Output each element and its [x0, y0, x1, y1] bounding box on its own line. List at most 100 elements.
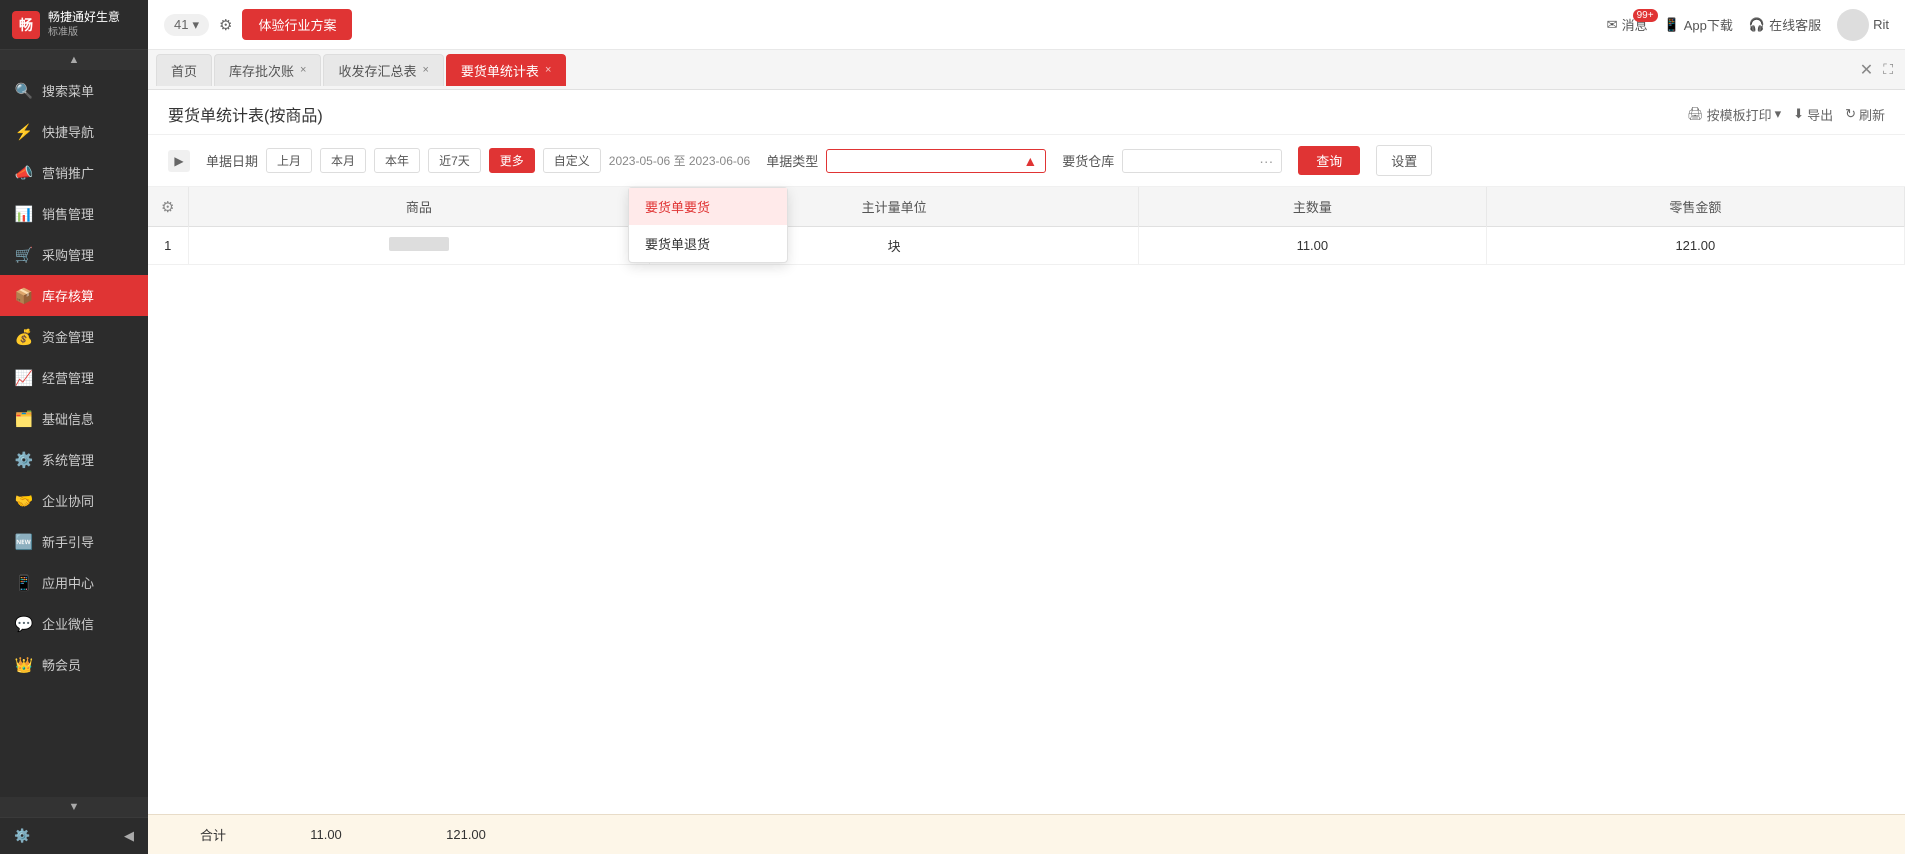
export-btn[interactable]: ⬇ 导出	[1793, 105, 1833, 124]
sidebar-item-quick[interactable]: ⚡ 快捷导航	[0, 111, 148, 152]
tab-bar: 首页 库存批次账 × 收发存汇总表 × 要货单统计表 × ✕ ⛶	[148, 50, 1905, 90]
last-month-btn[interactable]: 上月	[266, 148, 312, 173]
content-area: 要货单统计表(按商品) 🖨 按模板打印 ▾ ⬇ 导出 ↻ 刷新 ▶	[148, 90, 1905, 854]
tab-home[interactable]: 首页	[156, 54, 212, 86]
sidebar-item-label: 畅会员	[42, 655, 81, 674]
sidebar-item-label: 搜索菜单	[42, 81, 94, 100]
sidebar: 畅 畅捷通好生意 标准版 ▲ 🔍 搜索菜单 ⚡ 快捷导航 📣 营销推广 📊 销售…	[0, 0, 148, 854]
col-qty: 主数量	[1139, 187, 1487, 227]
tab-summary[interactable]: 收发存汇总表 ×	[323, 54, 443, 86]
service-icon: 🎧	[1749, 17, 1765, 33]
sidebar-item-finance[interactable]: 💰 资金管理	[0, 316, 148, 357]
purchase-icon: 🛒	[14, 246, 34, 264]
cell-qty: 11.00	[1139, 227, 1487, 265]
sidebar-item-guide[interactable]: 🆕 新手引导	[0, 521, 148, 562]
tab-expand-icon[interactable]: ⛶	[1879, 61, 1897, 78]
sidebar-item-label: 经营管理	[42, 368, 94, 387]
collapse-icon[interactable]: ◀	[124, 828, 134, 844]
refresh-btn[interactable]: ↻ 刷新	[1845, 105, 1885, 124]
type-input[interactable]	[835, 153, 1017, 168]
topbar-left: 41 ▾ ⚙ 体验行业方案	[164, 9, 1595, 40]
settings-icon[interactable]: ⚙️	[14, 828, 30, 844]
table-container: ⚙ 商品 主计量单位 主数量 零售金额 1 块	[148, 187, 1905, 814]
sidebar-item-label: 系统管理	[42, 450, 94, 469]
sidebar-item-sales[interactable]: 📊 销售管理	[0, 193, 148, 234]
sidebar-item-purchase[interactable]: 🛒 采购管理	[0, 234, 148, 275]
tab-order-stat[interactable]: 要货单统计表 ×	[446, 54, 566, 86]
message-badge: 99+	[1633, 9, 1658, 22]
filter-expand-btn[interactable]: ▶	[168, 150, 190, 172]
tab-order-stat-label: 要货单统计表	[461, 61, 539, 80]
tab-summary-label: 收发存汇总表	[338, 61, 416, 80]
basic-icon: 🗂️	[14, 410, 34, 428]
sidebar-item-apps[interactable]: 📱 应用中心	[0, 562, 148, 603]
settings-button[interactable]: 设置	[1376, 145, 1432, 176]
sidebar-item-basic[interactable]: 🗂️ 基础信息	[0, 398, 148, 439]
date-label: 单据日期	[206, 151, 258, 170]
sidebar-item-label: 新手引导	[42, 532, 94, 551]
sidebar-item-system[interactable]: ⚙️ 系统管理	[0, 439, 148, 480]
type-dropdown: 要货单要货 要货单退货	[628, 187, 788, 263]
type-select[interactable]: ▲	[826, 149, 1046, 173]
topbar-gear-icon[interactable]: ⚙	[219, 16, 232, 34]
app-download-label: App下载	[1684, 15, 1733, 34]
refresh-icon: ↻	[1845, 106, 1856, 122]
topbar-right: ✉ 消息 99+ 📱 App下载 🎧 在线客服 Rit	[1607, 9, 1889, 41]
industry-button[interactable]: 体验行业方案	[242, 9, 352, 40]
tab-batch-close-icon[interactable]: ×	[300, 64, 306, 76]
topbar-breadcrumb: 41 ▾	[164, 14, 209, 36]
this-year-btn[interactable]: 本年	[374, 148, 420, 173]
this-month-btn[interactable]: 本月	[320, 148, 366, 173]
table-settings-icon[interactable]: ⚙	[161, 199, 174, 216]
dropdown-item-order-return[interactable]: 要货单退货	[629, 225, 787, 262]
app-download-btn[interactable]: 📱 App下载	[1664, 15, 1733, 34]
user-avatar[interactable]: Rit	[1837, 9, 1889, 41]
table-header-row: ⚙ 商品 主计量单位 主数量 零售金额	[148, 187, 1905, 227]
page-header: 要货单统计表(按商品) 🖨 按模板打印 ▾ ⬇ 导出 ↻ 刷新	[148, 90, 1905, 135]
dropdown-item-order-goods[interactable]: 要货单要货	[629, 188, 787, 225]
date-range: 2023-05-06 至 2023-06-06	[609, 152, 750, 169]
data-table: ⚙ 商品 主计量单位 主数量 零售金额 1 块	[148, 187, 1905, 265]
sidebar-item-coop[interactable]: 🤝 企业协同	[0, 480, 148, 521]
sidebar-item-label: 销售管理	[42, 204, 94, 223]
sidebar-item-wechat[interactable]: 💬 企业微信	[0, 603, 148, 644]
sidebar-scroll-down[interactable]: ▼	[0, 797, 148, 817]
tab-close-all-icon[interactable]: ✕	[1856, 60, 1877, 80]
tab-batch[interactable]: 库存批次账 ×	[214, 54, 321, 86]
cell-no: 1	[148, 227, 188, 265]
system-icon: ⚙️	[14, 451, 34, 469]
sidebar-item-label: 采购管理	[42, 245, 94, 264]
tab-order-stat-close-icon[interactable]: ×	[545, 64, 551, 76]
user-name: Rit	[1873, 17, 1889, 32]
message-btn[interactable]: ✉ 消息 99+	[1607, 15, 1648, 34]
custom-btn[interactable]: 自定义	[543, 148, 601, 173]
cell-product	[188, 227, 650, 265]
sidebar-item-marketing[interactable]: 📣 营销推广	[0, 152, 148, 193]
warehouse-filter-section: 要货仓库 ···	[1062, 149, 1282, 173]
sidebar-item-search[interactable]: 🔍 搜索菜单	[0, 70, 148, 111]
cell-amount: 121.00	[1486, 227, 1904, 265]
sidebar-item-operation[interactable]: 📈 经营管理	[0, 357, 148, 398]
tab-summary-close-icon[interactable]: ×	[422, 64, 428, 76]
search-icon: 🔍	[14, 82, 34, 100]
table-footer: 合计 11.00 121.00	[148, 814, 1905, 854]
page-title: 要货单统计表(按商品)	[168, 102, 323, 126]
tab-home-label: 首页	[171, 61, 197, 80]
sidebar-item-member[interactable]: 👑 畅会员	[0, 644, 148, 685]
col-gear[interactable]: ⚙	[148, 187, 188, 227]
footer-qty: 11.00	[286, 827, 366, 842]
last7-btn[interactable]: 近7天	[428, 148, 481, 173]
more-btn[interactable]: 更多	[489, 148, 535, 173]
print-chevron-icon: ▾	[1775, 106, 1782, 122]
app-icon: 📱	[1664, 17, 1680, 33]
sidebar-item-inventory[interactable]: 📦 库存核算	[0, 275, 148, 316]
query-button[interactable]: 查询	[1298, 146, 1360, 175]
topbar: 41 ▾ ⚙ 体验行业方案 ✉ 消息 99+ 📱 App下载 🎧 在线客服 R	[148, 0, 1905, 50]
sidebar-scroll-up[interactable]: ▲	[0, 50, 148, 70]
print-btn[interactable]: 🖨 按模板打印 ▾	[1687, 105, 1781, 124]
type-filter-section: 单据类型 ▲	[766, 149, 1046, 173]
warehouse-select[interactable]: ···	[1122, 149, 1282, 173]
logo-icon: 畅	[12, 11, 40, 39]
online-service-btn[interactable]: 🎧 在线客服	[1749, 15, 1821, 34]
filter-bar: ▶ 单据日期 上月 本月 本年 近7天 更多 自定义 2023-05-06 至 …	[148, 135, 1905, 187]
